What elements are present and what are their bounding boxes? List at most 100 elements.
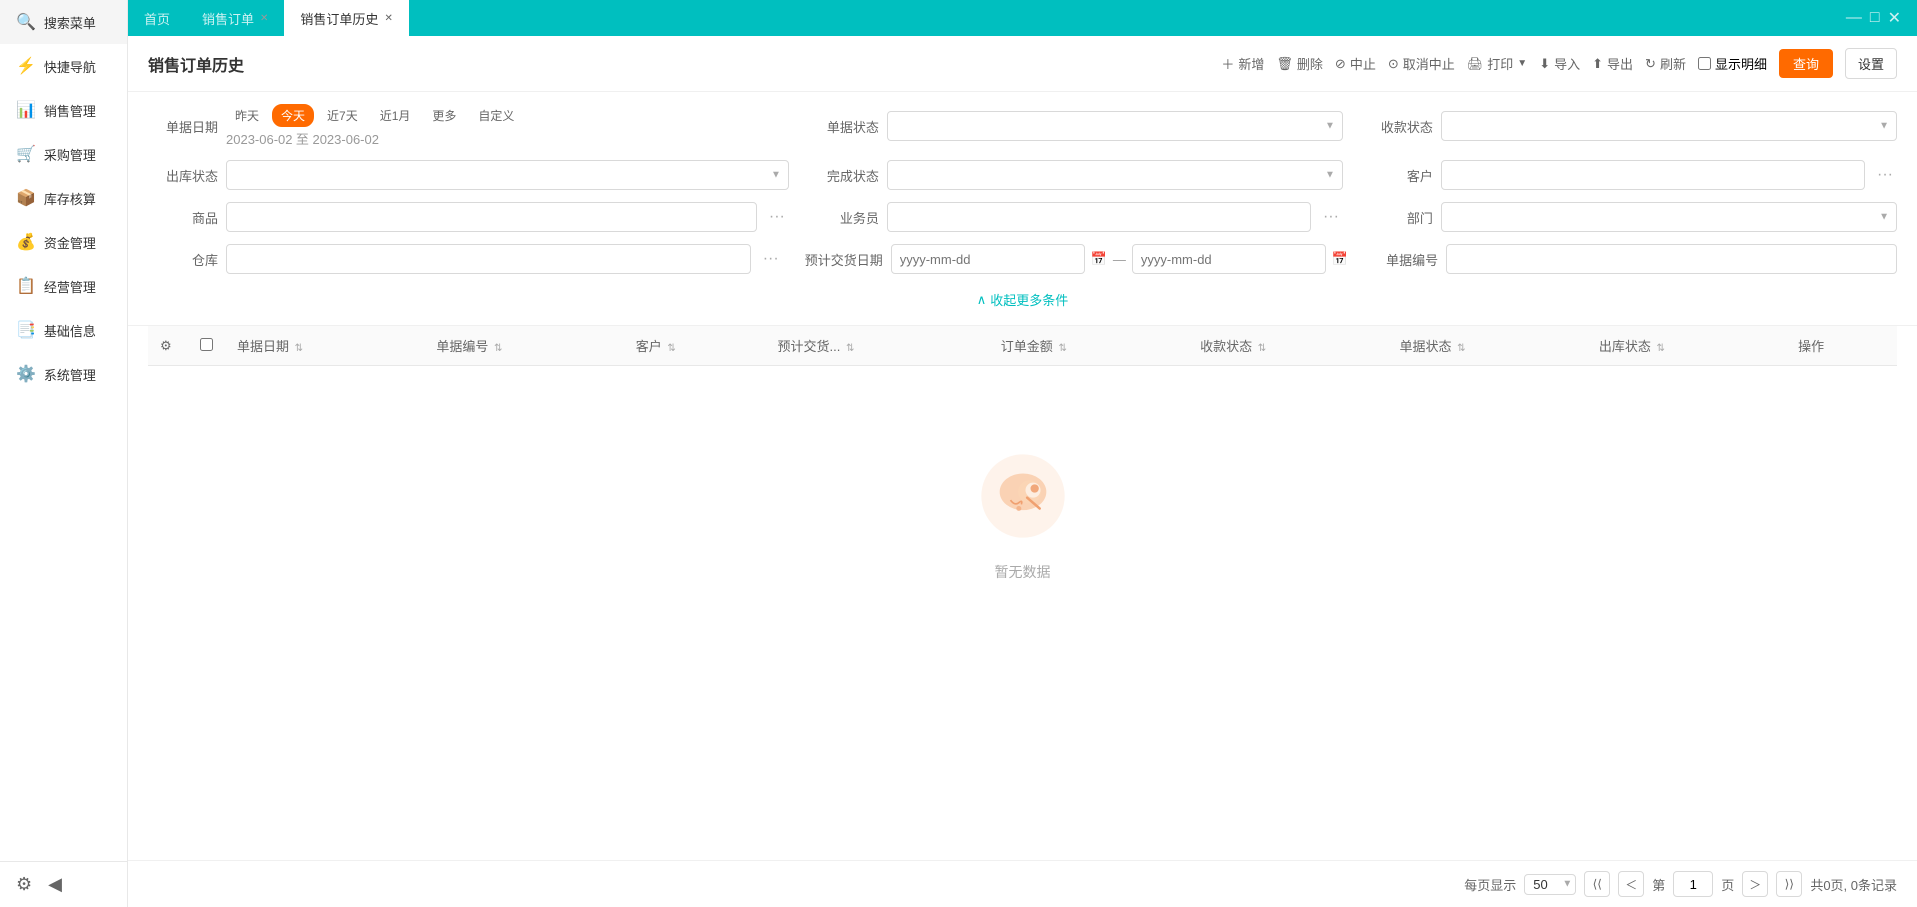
date-quick-yesterday[interactable]: 昨天 xyxy=(226,104,268,127)
cancel-stop-button[interactable]: ⊙ 取消中止 xyxy=(1388,54,1455,73)
window-minimize-icon[interactable]: — xyxy=(1846,9,1862,27)
pagination-next-button[interactable]: ＞ xyxy=(1742,871,1768,897)
filter-warehouse-input[interactable] xyxy=(226,244,751,274)
delivery-start-calendar-icon[interactable]: 📅 xyxy=(1091,251,1107,267)
sidebar-item-quick-nav[interactable]: ⚡ 快捷导航 xyxy=(0,44,127,88)
filter-collapse-toggle[interactable]: ∧ 收起更多条件 xyxy=(148,286,1897,313)
import-button[interactable]: ⬇ 导入 xyxy=(1539,54,1580,73)
date-quick-today[interactable]: 今天 xyxy=(272,104,314,127)
filter-department-wrapper: ▼ xyxy=(1441,202,1897,232)
window-close-icon[interactable]: ✕ xyxy=(1888,8,1901,28)
display-detail-checkbox-wrapper[interactable]: 显示明细 xyxy=(1698,54,1767,73)
sidebar-item-inventory[interactable]: 📦 库存核算 xyxy=(0,176,127,220)
search-menu-icon: 🔍 xyxy=(16,12,36,32)
pagination-first-button[interactable]: ⟨⟨ xyxy=(1584,871,1610,897)
sidebar-item-label-finance: 资金管理 xyxy=(44,233,96,252)
filter-payment-select[interactable] xyxy=(1441,111,1897,141)
th-payment-status-label: 收款状态 xyxy=(1200,339,1252,354)
th-settings[interactable]: ⚙ xyxy=(148,326,188,366)
pagination-page-input[interactable] xyxy=(1673,871,1713,897)
filter-complete-wrapper: ▼ xyxy=(887,160,1343,190)
filter-status-select[interactable] xyxy=(887,111,1343,141)
table-container: ⚙ 单据日期 ⇅ 单据编号 ⇅ xyxy=(128,326,1917,662)
sidebar-item-purchase[interactable]: 🛒 采购管理 xyxy=(0,132,127,176)
filter-salesperson-input[interactable] xyxy=(887,202,1311,232)
filter-complete-select[interactable] xyxy=(887,160,1343,190)
tab-sales-order-history-close[interactable]: ✕ xyxy=(384,13,392,24)
settings-button[interactable]: 设置 xyxy=(1845,48,1897,79)
filter-customer-ellipsis-button[interactable]: ··· xyxy=(1873,166,1897,184)
sidebar-item-system[interactable]: ⚙️ 系统管理 xyxy=(0,352,127,396)
display-detail-checkbox[interactable] xyxy=(1698,57,1711,70)
filter-complete-label: 完成状态 xyxy=(809,166,879,185)
th-order-amount[interactable]: 订单金额 ⇅ xyxy=(989,326,1188,366)
filter-customer-input[interactable] xyxy=(1441,160,1865,190)
filter-delivery-item: 预计交货日期 📅 — 📅 xyxy=(803,244,1348,274)
filter-department-select[interactable] xyxy=(1441,202,1897,232)
export-button[interactable]: ⬆ 导出 xyxy=(1592,54,1633,73)
date-quick-7days[interactable]: 近7天 xyxy=(318,104,367,127)
sidebar-item-operations[interactable]: 📋 经营管理 xyxy=(0,264,127,308)
query-button[interactable]: 查询 xyxy=(1779,49,1833,78)
th-checkbox[interactable] xyxy=(188,326,225,366)
tab-sales-order[interactable]: 销售订单 ✕ xyxy=(186,0,284,36)
th-number[interactable]: 单据编号 ⇅ xyxy=(424,326,623,366)
th-order-amount-sort-icon[interactable]: ⇅ xyxy=(1058,343,1066,354)
window-maximize-icon[interactable]: □ xyxy=(1870,9,1880,27)
th-number-sort-icon[interactable]: ⇅ xyxy=(494,343,502,354)
pagination-last-button[interactable]: ⟩⟩ xyxy=(1776,871,1802,897)
filter-warehouse-status-select[interactable] xyxy=(226,160,789,190)
sidebar-item-basic-info[interactable]: 📑 基础信息 xyxy=(0,308,127,352)
import-label: 导入 xyxy=(1554,54,1580,73)
th-date[interactable]: 单据日期 ⇅ xyxy=(225,326,424,366)
th-customer-sort-icon[interactable]: ⇅ xyxy=(667,343,675,354)
th-customer[interactable]: 客户 ⇅ xyxy=(624,326,766,366)
tab-bar: 首页 销售订单 ✕ 销售订单历史 ✕ — □ ✕ xyxy=(128,0,1917,36)
th-payment-status[interactable]: 收款状态 ⇅ xyxy=(1188,326,1387,366)
th-expected-delivery-sort-icon[interactable]: ⇅ xyxy=(846,343,854,354)
th-expected-delivery[interactable]: 预计交货... ⇅ xyxy=(765,326,988,366)
delete-button[interactable]: 🗑 删除 xyxy=(1276,54,1323,73)
delivery-end-calendar-icon[interactable]: 📅 xyxy=(1332,251,1348,267)
page-size-select[interactable]: 10 20 50 100 xyxy=(1524,874,1576,895)
print-button[interactable]: 🖨 打印 ▼ xyxy=(1467,54,1527,73)
date-quick-1month[interactable]: 近1月 xyxy=(371,104,420,127)
filter-goods-input[interactable] xyxy=(226,202,757,232)
tab-sales-order-history[interactable]: 销售订单历史 ✕ xyxy=(284,0,408,36)
filter-salesperson-ellipsis-button[interactable]: ··· xyxy=(1319,208,1343,226)
gear-icon[interactable]: ⚙ xyxy=(160,338,172,353)
th-order-status[interactable]: 单据状态 ⇅ xyxy=(1387,326,1586,366)
refresh-icon: ↻ xyxy=(1645,56,1656,72)
sidebar-item-finance[interactable]: 💰 资金管理 xyxy=(0,220,127,264)
table-select-all-checkbox[interactable] xyxy=(200,338,213,351)
filter-delivery-end[interactable] xyxy=(1132,244,1326,274)
new-button[interactable]: ＋ 新增 xyxy=(1221,54,1264,73)
pagination-page-suffix: 页 xyxy=(1721,875,1734,894)
th-warehouse-status-sort-icon[interactable]: ⇅ xyxy=(1656,343,1664,354)
sidebar-settings-icon[interactable]: ⚙ xyxy=(16,874,32,895)
filter-warehouse-ellipsis-button[interactable]: ··· xyxy=(759,250,783,268)
th-warehouse-status[interactable]: 出库状态 ⇅ xyxy=(1587,326,1786,366)
sidebar-item-sales[interactable]: 📊 销售管理 xyxy=(0,88,127,132)
sidebar-item-search-menu[interactable]: 🔍 搜索菜单 xyxy=(0,0,127,44)
sidebar-collapse-icon[interactable]: ◀ xyxy=(48,874,62,895)
stop-label: 中止 xyxy=(1350,54,1376,73)
th-order-status-sort-icon[interactable]: ⇅ xyxy=(1457,343,1465,354)
sidebar-item-label-sales: 销售管理 xyxy=(44,101,96,120)
stop-button[interactable]: ⊘ 中止 xyxy=(1335,54,1376,73)
th-payment-status-sort-icon[interactable]: ⇅ xyxy=(1258,343,1266,354)
main-area: 首页 销售订单 ✕ 销售订单历史 ✕ — □ ✕ 销售订单历史 ＋ 新增 xyxy=(128,0,1917,907)
filter-goods-label: 商品 xyxy=(148,208,218,227)
date-quick-more[interactable]: 更多 xyxy=(423,104,465,127)
pagination-prev-button[interactable]: ＜ xyxy=(1618,871,1644,897)
tab-sales-order-close[interactable]: ✕ xyxy=(260,13,268,24)
filter-goods-ellipsis-button[interactable]: ··· xyxy=(765,208,789,226)
data-table: ⚙ 单据日期 ⇅ 单据编号 ⇅ xyxy=(148,326,1897,366)
filter-row-2: 出库状态 ▼ 完成状态 ▼ xyxy=(148,160,1897,190)
refresh-button[interactable]: ↻ 刷新 xyxy=(1645,54,1686,73)
tab-home[interactable]: 首页 xyxy=(128,0,186,36)
filter-order-number-input[interactable] xyxy=(1446,244,1897,274)
filter-delivery-start[interactable] xyxy=(891,244,1085,274)
th-date-sort-icon[interactable]: ⇅ xyxy=(295,343,303,354)
date-quick-custom[interactable]: 自定义 xyxy=(469,104,523,127)
